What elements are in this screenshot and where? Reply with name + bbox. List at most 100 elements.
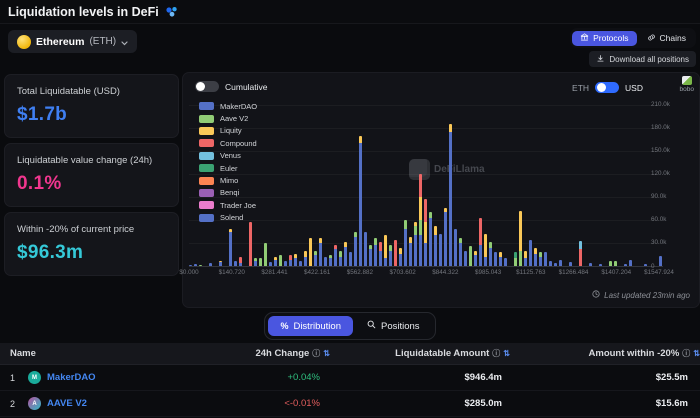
chart-bar[interactable] [479, 218, 482, 266]
sort-icon[interactable]: ⇅ [323, 349, 330, 358]
chart-bar[interactable] [364, 232, 367, 267]
legend-item-solend[interactable]: Solend [199, 212, 257, 224]
y-axis-tick: 90.0k [651, 193, 687, 200]
chart-bar[interactable] [254, 258, 257, 266]
chart-bar[interactable] [374, 238, 377, 266]
chart-bar[interactable] [319, 238, 322, 266]
chart-bar[interactable] [529, 240, 532, 266]
chart-bar[interactable] [474, 251, 477, 266]
chart-bar[interactable] [539, 252, 542, 266]
tab-distribution[interactable]: % Distribution [268, 316, 353, 336]
chart-bar[interactable] [289, 255, 292, 266]
chart-bar[interactable] [409, 237, 412, 266]
chart-plot-area[interactable] [189, 101, 659, 266]
table-row[interactable]: 1MMakerDAO+0.04%$946.4m$25.5m [0, 365, 700, 391]
col-header-name[interactable]: Name [0, 348, 180, 359]
info-icon[interactable]: ⓘ [492, 348, 500, 359]
legend-item-aave-v2[interactable]: Aave V2 [199, 112, 257, 124]
chart-bar[interactable] [499, 252, 502, 266]
chart-bar[interactable] [294, 254, 297, 266]
chart-bar[interactable] [399, 248, 402, 266]
chart-bar[interactable] [384, 235, 387, 266]
chart-bar[interactable] [494, 252, 497, 266]
chart-bar[interactable] [514, 252, 517, 266]
chart-bar[interactable] [429, 212, 432, 266]
chart-bar[interactable] [314, 251, 317, 266]
protocol-link[interactable]: MakerDAO [47, 372, 96, 383]
chart-bar[interactable] [229, 229, 232, 266]
sort-icon[interactable]: ⇅ [503, 349, 510, 358]
cumulative-toggle[interactable]: Cumulative [195, 81, 268, 92]
chart-bar[interactable] [489, 242, 492, 266]
chart-bar[interactable] [349, 252, 352, 266]
chart-bar[interactable] [324, 257, 327, 266]
legend-item-compound[interactable]: Compound [199, 137, 257, 149]
currency-toggle[interactable]: ETH USD [572, 82, 643, 93]
chart-bar[interactable] [279, 255, 282, 266]
bar-segment [324, 257, 327, 266]
legend-item-mimo[interactable]: Mimo [199, 174, 257, 186]
chart-bar[interactable] [259, 258, 262, 266]
chart-bar[interactable] [444, 208, 447, 266]
chart-bar[interactable] [329, 255, 332, 266]
chart-bar[interactable] [544, 252, 547, 266]
chart-bar[interactable] [434, 226, 437, 266]
toggle-switch[interactable] [195, 81, 219, 92]
chart-bar[interactable] [424, 199, 427, 267]
chart-bar[interactable] [309, 238, 312, 266]
chart-bar[interactable] [449, 124, 452, 266]
chart-bar[interactable] [304, 251, 307, 266]
col-header-liquidatable-amount[interactable]: Liquidatable Amount ⓘ ⇅ [330, 348, 510, 359]
legend-item-trader-joe[interactable]: Trader Joe [199, 199, 257, 211]
chart-bar[interactable] [524, 251, 527, 266]
chart-bar[interactable] [249, 222, 252, 267]
info-icon[interactable]: ⓘ [682, 348, 690, 359]
chart-bar[interactable] [379, 242, 382, 266]
chart-bar[interactable] [419, 174, 422, 266]
chart-bar[interactable] [464, 251, 467, 266]
chart-bar[interactable] [459, 238, 462, 266]
chart-bar[interactable] [339, 251, 342, 266]
chains-tab[interactable]: Chains [639, 31, 694, 46]
asset-selector[interactable]: Ethereum (ETH) [8, 30, 137, 53]
legend-item-makerdao[interactable]: MakerDAO [199, 100, 257, 112]
chart-bar[interactable] [359, 136, 362, 266]
legend-item-venus[interactable]: Venus [199, 150, 257, 162]
chart-bar[interactable] [274, 257, 277, 266]
chart-bar[interactable] [344, 242, 347, 266]
tab-positions[interactable]: Positions [355, 316, 432, 336]
col-header-amount-within[interactable]: Amount within -20% ⓘ ⇅ [510, 348, 700, 359]
chart-bar[interactable] [394, 240, 397, 266]
liquidation-chart-panel: Cumulative ETH USD bobo MakerDAOAave V2L… [182, 72, 700, 308]
chart-bar[interactable] [369, 245, 372, 266]
col-header-24h-change[interactable]: 24h Change ⓘ ⇅ [180, 348, 330, 359]
chart-bar[interactable] [239, 257, 242, 266]
protocols-tab[interactable]: Protocols [572, 31, 636, 46]
sort-icon[interactable]: ⇅ [693, 349, 700, 358]
chart-bar[interactable] [579, 241, 582, 266]
bar-segment [314, 255, 317, 266]
protocol-link[interactable]: AAVE V2 [47, 398, 87, 409]
bobo-label: bobo [680, 86, 694, 93]
chart-bar[interactable] [334, 245, 337, 266]
chart-bar[interactable] [534, 248, 537, 266]
info-icon[interactable]: ⓘ [312, 348, 320, 359]
chart-bar[interactable] [469, 246, 472, 266]
chart-bar[interactable] [519, 211, 522, 266]
currency-switch[interactable] [595, 82, 619, 93]
download-all-positions-button[interactable]: Download all positions [589, 51, 696, 67]
chart-bar[interactable] [264, 243, 267, 266]
chart-bar[interactable] [404, 220, 407, 266]
legend-item-benqi[interactable]: Benqi [199, 187, 257, 199]
chart-bar[interactable] [439, 234, 442, 266]
chart-bar[interactable] [504, 258, 507, 266]
chart-bar[interactable] [389, 245, 392, 266]
chart-bar[interactable] [414, 222, 417, 266]
legend-item-liquity[interactable]: Liquity [199, 125, 257, 137]
bar-segment [379, 242, 382, 251]
chart-bar[interactable] [454, 229, 457, 266]
legend-item-euler[interactable]: Euler [199, 162, 257, 174]
table-row[interactable]: 2AAAVE V2<-0.01%$285.0m$15.6m [0, 391, 700, 417]
chart-bar[interactable] [484, 234, 487, 266]
chart-bar[interactable] [354, 232, 357, 266]
